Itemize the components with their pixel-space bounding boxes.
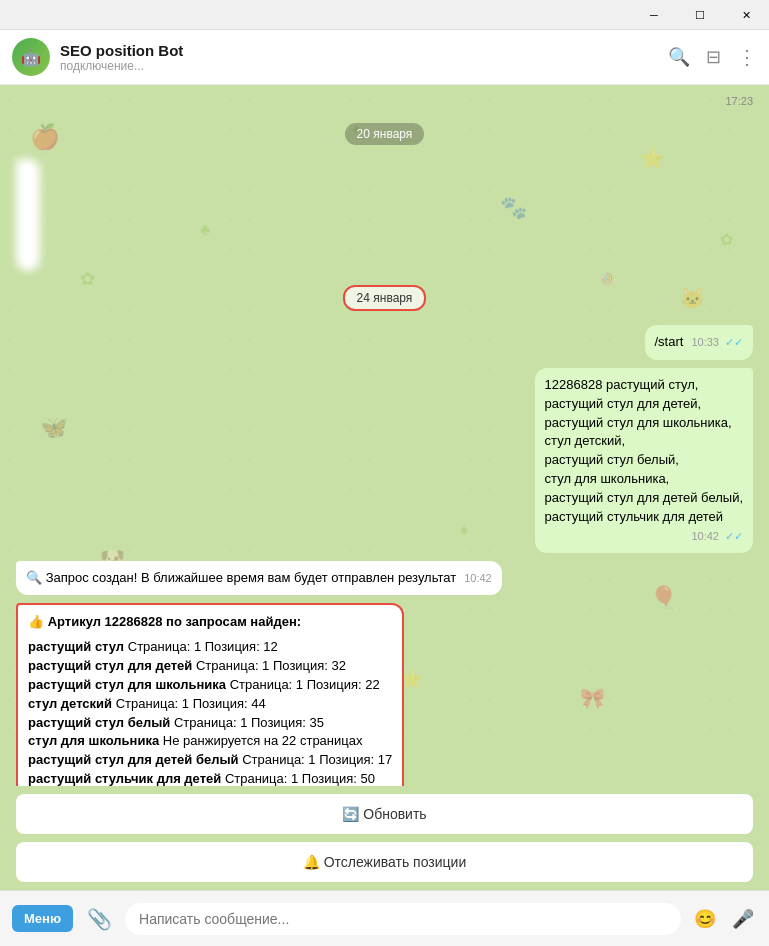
results-header: 👍 Артикул 12286828 по запросам найден: bbox=[28, 613, 392, 632]
msg-keywords: 12286828 растущий стул, растущий стул дл… bbox=[535, 368, 753, 553]
window-topbar: ─ ☐ ✕ bbox=[0, 0, 769, 30]
maximize-button[interactable]: ☐ bbox=[677, 0, 723, 30]
query-6: стул для школьника bbox=[28, 733, 159, 748]
header-right[interactable]: 🔍 ⊟ ⋮ bbox=[668, 45, 757, 69]
blurred-message bbox=[16, 159, 40, 271]
blurred-message-row bbox=[16, 159, 753, 271]
menu-button[interactable]: Меню bbox=[12, 905, 73, 932]
search-icon[interactable]: 🔍 bbox=[668, 46, 690, 68]
request-time: 10:42 bbox=[464, 571, 492, 587]
query-3: растущий стул для школьника bbox=[28, 677, 226, 692]
msg-start-row: /start 10:33 ✓✓ bbox=[16, 325, 753, 360]
page-1: Страница: 1 Позиция: 12 bbox=[128, 639, 278, 654]
attach-button[interactable]: 📎 bbox=[83, 903, 115, 935]
results-item-2: растущий стул для детей Страница: 1 Пози… bbox=[28, 657, 392, 676]
messages-list: 17:23 20 января 24 января /start bbox=[0, 85, 769, 786]
page-8: Страница: 1 Позиция: 50 bbox=[225, 771, 375, 786]
msg-keywords-text: 12286828 растущий стул, растущий стул дл… bbox=[545, 376, 743, 527]
request-icon: 🔍 bbox=[26, 570, 42, 585]
columns-icon[interactable]: ⊟ bbox=[706, 46, 721, 68]
msg-request: 🔍 Запрос создан! В ближайшее время вам б… bbox=[16, 561, 502, 596]
msg-keywords-time: 10:42 ✓✓ bbox=[691, 529, 743, 545]
msg-results: 👍 Артикул 12286828 по запросам найден: р… bbox=[16, 603, 404, 786]
header-left: 🤖 SEO position Bot подключение... bbox=[12, 38, 183, 76]
results-item-5: растущий стул белый Страница: 1 Позиция:… bbox=[28, 714, 392, 733]
date-jan20: 20 января bbox=[345, 123, 425, 145]
page-2: Страница: 1 Позиция: 32 bbox=[196, 658, 346, 673]
update-button[interactable]: 🔄 Обновить bbox=[16, 794, 753, 834]
bot-name: SEO position Bot bbox=[60, 42, 183, 59]
query-2: растущий стул для детей bbox=[28, 658, 192, 673]
query-7: растущий стул для детей белый bbox=[28, 752, 239, 767]
keywords-check: ✓✓ bbox=[725, 530, 743, 542]
bot-avatar: 🤖 bbox=[12, 38, 50, 76]
results-item-6: стул для школьника Не ранжируется на 22 … bbox=[28, 732, 392, 751]
query-4: стул детский bbox=[28, 696, 112, 711]
date-divider-jan20: 20 января bbox=[16, 123, 753, 145]
msg-results-row: 👍 Артикул 12286828 по запросам найден: р… bbox=[16, 603, 753, 786]
page-7: Страница: 1 Позиция: 17 bbox=[242, 752, 392, 767]
update-icon: 🔄 bbox=[342, 806, 359, 822]
date-jan24: 24 января bbox=[343, 285, 427, 311]
query-5: растущий стул белый bbox=[28, 715, 170, 730]
msg-start-text: /start bbox=[655, 334, 684, 349]
results-item-8: растущий стульчик для детей Страница: 1 … bbox=[28, 770, 392, 786]
action-buttons: 🔄 Обновить 🔔 Отслеживать позиции bbox=[0, 786, 769, 890]
page-3: Страница: 1 Позиция: 22 bbox=[230, 677, 380, 692]
track-label: Отслеживать позиции bbox=[324, 854, 467, 870]
start-check: ✓✓ bbox=[725, 336, 743, 348]
close-button[interactable]: ✕ bbox=[723, 0, 769, 30]
msg-start: /start 10:33 ✓✓ bbox=[645, 325, 754, 360]
input-bar: Меню 📎 😊 🎤 bbox=[0, 890, 769, 946]
results-title: Артикул 12286828 по запросам найден: bbox=[48, 614, 301, 629]
page-6: Не ранжируется на 22 страницах bbox=[163, 733, 363, 748]
chat-container: 🍎 ⭐ 🐾 ✿ 🐱 ⚽ 🦋 🌸 🐶 🎈 🌙 🎀 ✦ ♣ ♦ ✿ 🍭 🌺 ⭐ 17… bbox=[0, 85, 769, 890]
bot-status: подключение... bbox=[60, 59, 183, 73]
header-info: SEO position Bot подключение... bbox=[60, 42, 183, 73]
window-controls[interactable]: ─ ☐ ✕ bbox=[631, 0, 769, 30]
results-item-3: растущий стул для школьника Страница: 1 … bbox=[28, 676, 392, 695]
results-item-4: стул детский Страница: 1 Позиция: 44 bbox=[28, 695, 392, 714]
chat-header: 🤖 SEO position Bot подключение... 🔍 ⊟ ⋮ bbox=[0, 30, 769, 85]
results-item-1: растущий стул Страница: 1 Позиция: 12 bbox=[28, 638, 392, 657]
query-1: растущий стул bbox=[28, 639, 124, 654]
input-right-buttons: 😊 🎤 bbox=[691, 905, 757, 933]
more-icon[interactable]: ⋮ bbox=[737, 45, 757, 69]
msg-start-time: 10:33 ✓✓ bbox=[691, 335, 743, 351]
msg-keywords-row: 12286828 растущий стул, растущий стул дл… bbox=[16, 368, 753, 553]
minimize-button[interactable]: ─ bbox=[631, 0, 677, 30]
request-text: Запрос создан! В ближайшее время вам буд… bbox=[46, 570, 457, 585]
emoji-button[interactable]: 😊 bbox=[691, 905, 719, 933]
mic-button[interactable]: 🎤 bbox=[729, 905, 757, 933]
track-button[interactable]: 🔔 Отслеживать позиции bbox=[16, 842, 753, 882]
date-divider-jan24: 24 января bbox=[16, 285, 753, 311]
results-item-7: растущий стул для детей белый Страница: … bbox=[28, 751, 392, 770]
message-input[interactable] bbox=[125, 903, 681, 935]
old-time: 17:23 bbox=[725, 95, 753, 107]
old-time-row: 17:23 bbox=[16, 95, 753, 107]
track-icon: 🔔 bbox=[303, 854, 320, 870]
page-5: Страница: 1 Позиция: 35 bbox=[174, 715, 324, 730]
update-label: Обновить bbox=[363, 806, 426, 822]
msg-request-row: 🔍 Запрос создан! В ближайшее время вам б… bbox=[16, 561, 753, 596]
page-4: Страница: 1 Позиция: 44 bbox=[116, 696, 266, 711]
query-8: растущий стульчик для детей bbox=[28, 771, 221, 786]
results-icon: 👍 bbox=[28, 614, 44, 629]
